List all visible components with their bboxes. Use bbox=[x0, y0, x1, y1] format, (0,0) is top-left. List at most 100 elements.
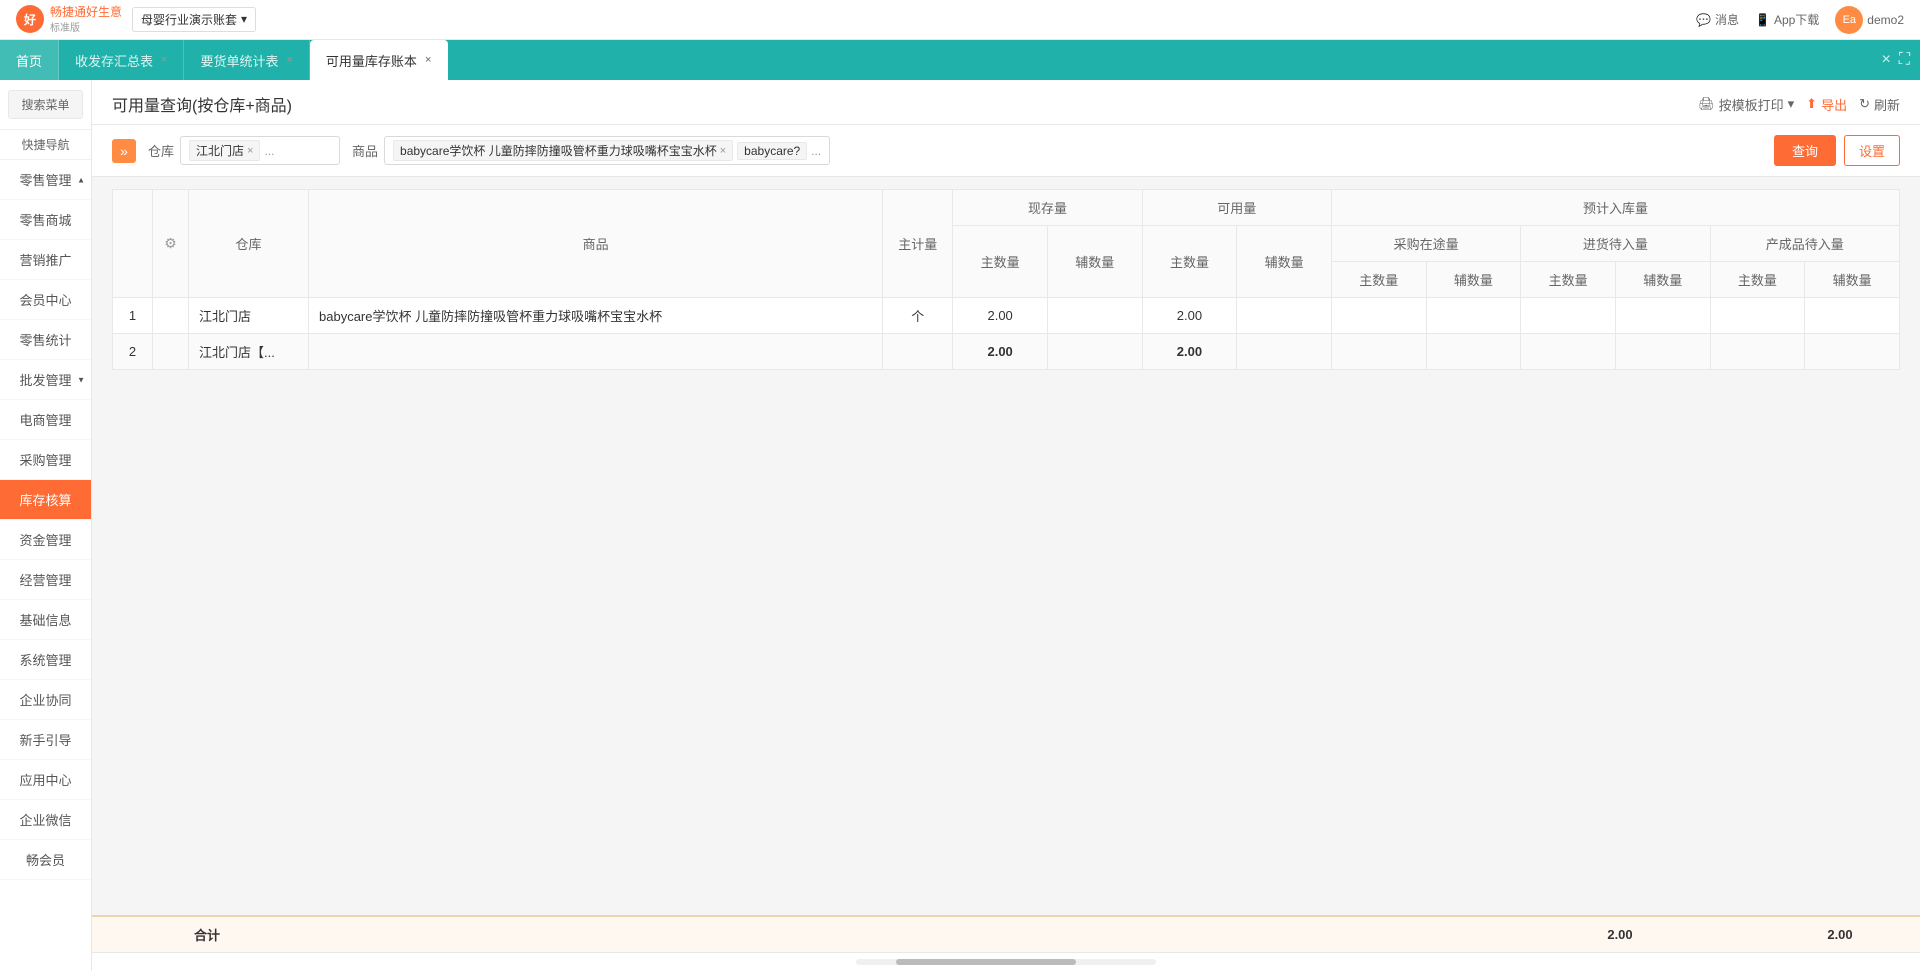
th-available-aux: 辅数量 bbox=[1237, 226, 1332, 298]
export-btn[interactable]: ⬆ 导出 bbox=[1806, 95, 1847, 114]
cell-available-aux-2 bbox=[1237, 334, 1332, 370]
cell-settings-1 bbox=[153, 298, 189, 334]
tab-order-stats[interactable]: 要货单统计表 × bbox=[184, 40, 309, 80]
query-btn[interactable]: 查询 bbox=[1774, 135, 1836, 166]
filter-expand-btn[interactable]: » bbox=[112, 139, 136, 163]
sidebar-item-enterprise-collab[interactable]: 企业协同 bbox=[0, 680, 91, 720]
sidebar-item-basic-info[interactable]: 基础信息 bbox=[0, 600, 91, 640]
summary-label: 合计 bbox=[188, 925, 1490, 944]
th-inbound-main: 主数量 bbox=[1521, 262, 1616, 298]
sidebar-item-enterprise-wechat[interactable]: 企业微信 bbox=[0, 800, 91, 840]
product-tag-1: babycare学饮杯 儿童防摔防撞吸管杯重力球吸嘴杯宝宝水杯 × bbox=[393, 140, 733, 161]
message-btn[interactable]: 💬 消息 bbox=[1696, 11, 1739, 28]
refresh-label: 刷新 bbox=[1874, 95, 1900, 114]
cell-inbound-main-1 bbox=[1521, 298, 1616, 334]
brand-text: 畅捷通好生意 bbox=[50, 5, 122, 19]
warehouse-label: 仓库 bbox=[148, 141, 174, 160]
chevron-icon: ▾ bbox=[1788, 96, 1795, 112]
th-inbound-pending: 进货待入量 bbox=[1521, 226, 1710, 262]
cell-inbound-main-2 bbox=[1521, 334, 1616, 370]
th-product-main: 主数量 bbox=[1710, 262, 1805, 298]
th-purchase-main: 主数量 bbox=[1331, 262, 1426, 298]
cell-current-main-2: 2.00 bbox=[953, 334, 1048, 370]
sidebar-item-retail-mgmt[interactable]: 零售管理 bbox=[0, 160, 91, 200]
warehouse-tag-remove[interactable]: × bbox=[247, 145, 253, 157]
warehouse-tag: 江北门店 × bbox=[189, 140, 260, 161]
settings-btn[interactable]: 设置 bbox=[1844, 135, 1900, 166]
print-template-btn[interactable]: 🖨 按模板打印 ▾ bbox=[1698, 95, 1794, 114]
sidebar-item-finance[interactable]: 资金管理 bbox=[0, 520, 91, 560]
quick-nav-btn[interactable]: 快捷导航 bbox=[0, 130, 91, 160]
tab-spacer bbox=[448, 40, 1871, 80]
product-ellipsis[interactable]: ... bbox=[811, 144, 821, 158]
product-tag-1-remove[interactable]: × bbox=[720, 145, 726, 157]
nav-tabs: 首页 收发存汇总表 × 要货单统计表 × 可用量库存账本 × × ⛶ bbox=[0, 40, 1920, 80]
sidebar-item-new-guide[interactable]: 新手引导 bbox=[0, 720, 91, 760]
tab-home[interactable]: 首页 bbox=[0, 40, 59, 80]
th-row-num bbox=[113, 190, 153, 298]
cell-purchase-main-2 bbox=[1331, 334, 1426, 370]
th-settings[interactable]: ⚙ bbox=[153, 190, 189, 298]
avatar: Ea bbox=[1835, 6, 1863, 34]
tab-receive-close[interactable]: × bbox=[161, 54, 167, 66]
tab-available-stock[interactable]: 可用量库存账本 × bbox=[310, 40, 448, 80]
industry-label: 母婴行业演示账套 bbox=[141, 11, 237, 28]
sidebar: 搜索菜单 快捷导航 零售管理 零售商城 营销推广 会员中心 零售统计 批发管理 … bbox=[0, 80, 92, 971]
th-available-qty: 可用量 bbox=[1142, 190, 1331, 226]
industry-selector[interactable]: 母婴行业演示账套 ▾ bbox=[132, 7, 256, 32]
app-download-label: App下载 bbox=[1774, 11, 1819, 28]
sidebar-item-purchase[interactable]: 采购管理 bbox=[0, 440, 91, 480]
sidebar-item-vip-member[interactable]: 畅会员 bbox=[0, 840, 91, 880]
sidebar-item-operations[interactable]: 经营管理 bbox=[0, 560, 91, 600]
scrollbar-track[interactable] bbox=[856, 959, 1156, 965]
brand-sub: 标准版 bbox=[50, 19, 122, 34]
tab-order-stats-close[interactable]: × bbox=[286, 54, 292, 66]
cell-available-main-2: 2.00 bbox=[1142, 334, 1237, 370]
warehouse-tag-input[interactable]: 江北门店 × ... bbox=[180, 136, 340, 165]
brand-info: 畅捷通好生意 标准版 bbox=[50, 5, 122, 34]
scrollbar-thumb[interactable] bbox=[896, 959, 1076, 965]
top-bar-left: 好 畅捷通好生意 标准版 母婴行业演示账套 ▾ bbox=[16, 5, 256, 34]
sidebar-item-system[interactable]: 系统管理 bbox=[0, 640, 91, 680]
tab-available-stock-label: 可用量库存账本 bbox=[326, 51, 417, 70]
sidebar-item-retail-stats[interactable]: 零售统计 bbox=[0, 320, 91, 360]
tab-available-stock-close[interactable]: × bbox=[425, 54, 431, 66]
cell-product-main-2 bbox=[1710, 334, 1805, 370]
cell-unit-1: 个 bbox=[883, 298, 953, 334]
sidebar-item-inventory[interactable]: 库存核算 bbox=[0, 480, 91, 520]
chevron-down-icon: ▾ bbox=[241, 12, 247, 26]
search-menu-btn[interactable]: 搜索菜单 bbox=[8, 90, 83, 119]
sidebar-item-retail-mall[interactable]: 零售商城 bbox=[0, 200, 91, 240]
th-warehouse: 仓库 bbox=[189, 190, 309, 298]
product-tag-input[interactable]: babycare学饮杯 儿童防摔防撞吸管杯重力球吸嘴杯宝宝水杯 × babyca… bbox=[384, 136, 830, 165]
cell-inbound-aux-2 bbox=[1615, 334, 1710, 370]
sidebar-item-member-center[interactable]: 会员中心 bbox=[0, 280, 91, 320]
close-all-tabs-btn[interactable]: × bbox=[1881, 51, 1890, 69]
app-download-btn[interactable]: 📱 App下载 bbox=[1755, 11, 1819, 28]
sidebar-item-app-center[interactable]: 应用中心 bbox=[0, 760, 91, 800]
tab-receive[interactable]: 收发存汇总表 × bbox=[59, 40, 184, 80]
fullscreen-btn[interactable]: ⛶ bbox=[1899, 51, 1910, 69]
cell-warehouse-2: 江北门店【... bbox=[189, 334, 309, 370]
top-bar-right: 💬 消息 📱 App下载 Ea demo2 bbox=[1696, 6, 1904, 34]
message-icon: 💬 bbox=[1696, 13, 1711, 27]
user-area[interactable]: Ea demo2 bbox=[1835, 6, 1904, 34]
cell-available-aux-1 bbox=[1237, 298, 1332, 334]
cell-product-2 bbox=[309, 334, 883, 370]
cell-product-aux-2 bbox=[1805, 334, 1900, 370]
product-tag-2-label: babycare? bbox=[744, 144, 800, 158]
page-header: 可用量查询(按仓库+商品) 🖨 按模板打印 ▾ ⬆ 导出 ↻ 刷新 bbox=[92, 80, 1920, 125]
table-container: ⚙ 仓库 商品 主计量 现存量 可用量 预计入库量 主数量 辅数量 主数量 辅数… bbox=[92, 177, 1920, 915]
warehouse-ellipsis[interactable]: ... bbox=[264, 144, 274, 158]
refresh-btn[interactable]: ↻ 刷新 bbox=[1859, 95, 1900, 114]
cell-inbound-aux-1 bbox=[1615, 298, 1710, 334]
export-icon: ⬆ bbox=[1806, 96, 1817, 112]
sidebar-item-marketing[interactable]: 营销推广 bbox=[0, 240, 91, 280]
refresh-icon: ↻ bbox=[1859, 96, 1870, 112]
table-settings-icon[interactable]: ⚙ bbox=[164, 235, 177, 251]
sidebar-item-wholesale-mgmt[interactable]: 批发管理 bbox=[0, 360, 91, 400]
sidebar-item-ecommerce[interactable]: 电商管理 bbox=[0, 400, 91, 440]
cell-purchase-main-1 bbox=[1331, 298, 1426, 334]
cell-product-1: babycare学饮杯 儿童防摔防撞吸管杯重力球吸嘴杯宝宝水杯 bbox=[309, 298, 883, 334]
product-label: 商品 bbox=[352, 141, 378, 160]
